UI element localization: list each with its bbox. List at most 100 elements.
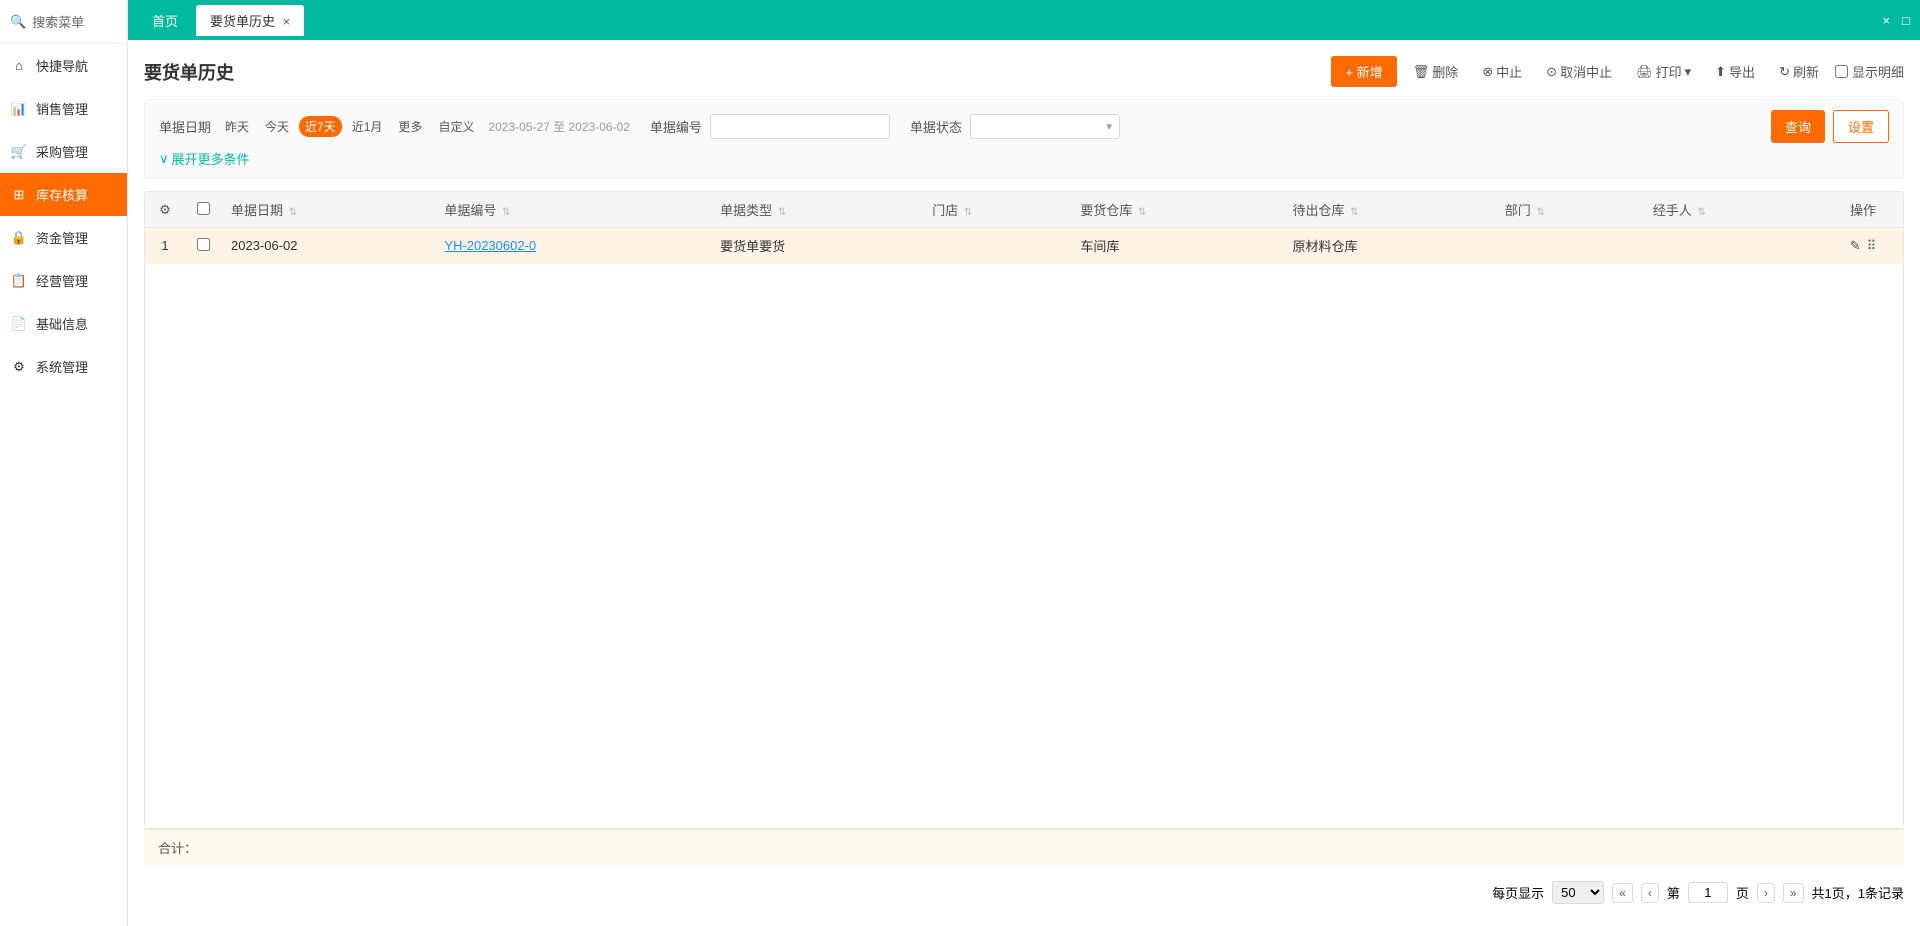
sidebar-item-operations[interactable]: 📋 经营管理	[0, 259, 127, 302]
col-handler-header[interactable]: 经手人 ⇅	[1643, 192, 1823, 228]
sidebar-item-label: 经营管理	[36, 271, 88, 290]
col-doctype-header[interactable]: 单据类型 ⇅	[710, 192, 922, 228]
shortcut-more[interactable]: 更多	[392, 116, 428, 137]
col-reqwarehouse-header[interactable]: 要货仓库 ⇅	[1070, 192, 1282, 228]
cart-icon: 🛒	[10, 143, 28, 161]
date-filter-group: 单据日期 昨天 今天 近7天 近1月 更多 自定义 2023-05-27 至 2…	[159, 116, 630, 137]
print-button[interactable]: 🖨 打印 ▾	[1628, 57, 1699, 86]
display-detail-input[interactable]	[1835, 65, 1848, 78]
sidebar-item-purchase[interactable]: 🛒 采购管理	[0, 130, 127, 173]
ops-icons: ✎ ⠿	[1833, 238, 1893, 254]
settings-icon[interactable]: ⚙	[159, 202, 171, 217]
sort-icon: ⇅	[1536, 207, 1544, 218]
refresh-button[interactable]: ↻ 刷新	[1771, 57, 1827, 86]
row-date: 2023-06-02	[221, 228, 434, 264]
gear-icon: ⚙	[10, 358, 28, 376]
shortcut-custom[interactable]: 自定义	[432, 116, 480, 137]
sidebar: 🔍 搜索菜单 ⌂ 快捷导航 📊 销售管理 🛒 采购管理 ⊞ 库存核算 🔒 资金管…	[0, 0, 128, 926]
delete-button[interactable]: 🗑 删除	[1405, 57, 1467, 86]
tab-requisition-history[interactable]: 要货单历史 ×	[196, 5, 304, 36]
row-checkbox[interactable]	[197, 238, 210, 251]
sidebar-item-sales[interactable]: 📊 销售管理	[0, 87, 127, 130]
display-detail-checkbox[interactable]: 显示明细	[1835, 62, 1904, 81]
col-store-header[interactable]: 门店 ⇅	[922, 192, 1070, 228]
col-pendingwarehouse-header[interactable]: 待出仓库 ⇅	[1283, 192, 1495, 228]
col-docno-header[interactable]: 单据编号 ⇅	[434, 192, 710, 228]
tab-home-label: 首页	[152, 14, 178, 29]
table-body: 1 2023-06-02 YH-20230602-0 要货单要货 车间库 原材料…	[145, 228, 1903, 264]
per-page-label: 每页显示	[1492, 883, 1544, 902]
topbar-maximize-btn[interactable]: □	[1902, 13, 1910, 28]
date-range-display: 2023-05-27 至 2023-06-02	[488, 118, 629, 135]
sidebar-item-basic[interactable]: 📄 基础信息	[0, 302, 127, 345]
expand-more-btn[interactable]: ∨ 展开更多条件	[159, 149, 1889, 168]
row-checkbox-cell[interactable]	[185, 228, 221, 264]
more-icon[interactable]: ⠿	[1867, 238, 1877, 254]
status-select-wrapper: 草稿 已确认 中止	[970, 114, 1120, 139]
doc-no-link[interactable]: YH-20230602-0	[444, 238, 536, 253]
shortcut-today[interactable]: 今天	[259, 116, 295, 137]
col-checkbox-header[interactable]	[185, 192, 221, 228]
topbar: 首页 要货单历史 × × □	[128, 0, 1920, 40]
date-filter-label: 单据日期	[159, 117, 211, 136]
report-icon: 📋	[10, 272, 28, 290]
row-reqwarehouse: 车间库	[1070, 228, 1282, 264]
sidebar-item-system[interactable]: ⚙ 系统管理	[0, 345, 127, 388]
status-select[interactable]: 草稿 已确认 中止	[970, 114, 1120, 139]
sidebar-item-label: 基础信息	[36, 314, 88, 333]
chart-icon: 📊	[10, 100, 28, 118]
print-icon: 🖨	[1636, 64, 1653, 80]
sort-icon: ⇅	[1138, 207, 1146, 218]
row-pendingwarehouse: 原材料仓库	[1283, 228, 1495, 264]
edit-icon[interactable]: ✎	[1850, 238, 1861, 254]
chevron-down-icon: ∨	[159, 151, 169, 167]
shortcut-yesterday[interactable]: 昨天	[219, 116, 255, 137]
export-button[interactable]: ⬆ 导出	[1707, 57, 1763, 86]
table-row: 1 2023-06-02 YH-20230602-0 要货单要货 车间库 原材料…	[145, 228, 1903, 264]
query-button[interactable]: 查询	[1771, 110, 1825, 143]
date-shortcuts: 昨天 今天 近7天 近1月 更多 自定义	[219, 116, 480, 137]
sidebar-item-finance[interactable]: 🔒 资金管理	[0, 216, 127, 259]
col-settings[interactable]: ⚙	[145, 192, 185, 228]
prev-page-btn[interactable]: ‹	[1641, 883, 1659, 903]
col-ops-header: 操作	[1823, 192, 1903, 228]
cancel-stop-icon: ⊙	[1546, 64, 1557, 80]
row-index: 1	[145, 228, 185, 264]
sidebar-item-label: 资金管理	[36, 228, 88, 247]
sidebar-search[interactable]: 🔍 搜索菜单	[0, 0, 127, 44]
last-page-btn[interactable]: »	[1783, 883, 1804, 903]
tab-home[interactable]: 首页	[138, 5, 192, 36]
sort-icon: ⇅	[1697, 207, 1705, 218]
cancel-stop-button[interactable]: ⊙ 取消中止	[1538, 57, 1620, 86]
print-dropdown-icon: ▾	[1685, 64, 1692, 80]
col-dept-header[interactable]: 部门 ⇅	[1495, 192, 1643, 228]
sidebar-item-quick-nav[interactable]: ⌂ 快捷导航	[0, 44, 127, 87]
sort-icon: ⇅	[1350, 207, 1358, 218]
settings-button[interactable]: 设置	[1833, 110, 1889, 143]
row-docno[interactable]: YH-20230602-0	[434, 228, 710, 264]
pagination: 每页显示 50 20 100 « ‹ 第 1 页 › » 共1页，1条记录	[144, 875, 1904, 910]
sidebar-item-label: 库存核算	[36, 185, 88, 204]
shortcut-1month[interactable]: 近1月	[346, 116, 389, 137]
page-suffix: 页	[1736, 883, 1749, 902]
table-head: ⚙ 单据日期 ⇅ 单据编号 ⇅	[145, 192, 1903, 228]
sort-icon: ⇅	[778, 207, 786, 218]
shortcut-7days[interactable]: 近7天	[299, 116, 342, 137]
topbar-right: × □	[1883, 13, 1910, 28]
filter-actions: 查询 设置	[1771, 110, 1889, 143]
select-all-checkbox[interactable]	[197, 202, 210, 215]
first-page-btn[interactable]: «	[1612, 883, 1633, 903]
next-page-btn[interactable]: ›	[1757, 883, 1775, 903]
search-icon: 🔍	[10, 14, 26, 30]
per-page-select[interactable]: 50 20 100	[1552, 881, 1604, 904]
stop-button[interactable]: ⊗ 中止	[1474, 57, 1530, 86]
status-filter-group: 单据状态 草稿 已确认 中止	[910, 114, 1120, 139]
tab-close-icon[interactable]: ×	[283, 14, 291, 29]
topbar-close-btn[interactable]: ×	[1883, 13, 1891, 28]
page-input[interactable]: 1	[1688, 882, 1728, 903]
sidebar-item-inventory[interactable]: ⊞ 库存核算	[0, 173, 127, 216]
sidebar-item-label: 销售管理	[36, 99, 88, 118]
new-button[interactable]: + 新增	[1331, 56, 1396, 87]
doc-no-input[interactable]	[710, 114, 890, 139]
col-date-header[interactable]: 单据日期 ⇅	[221, 192, 434, 228]
